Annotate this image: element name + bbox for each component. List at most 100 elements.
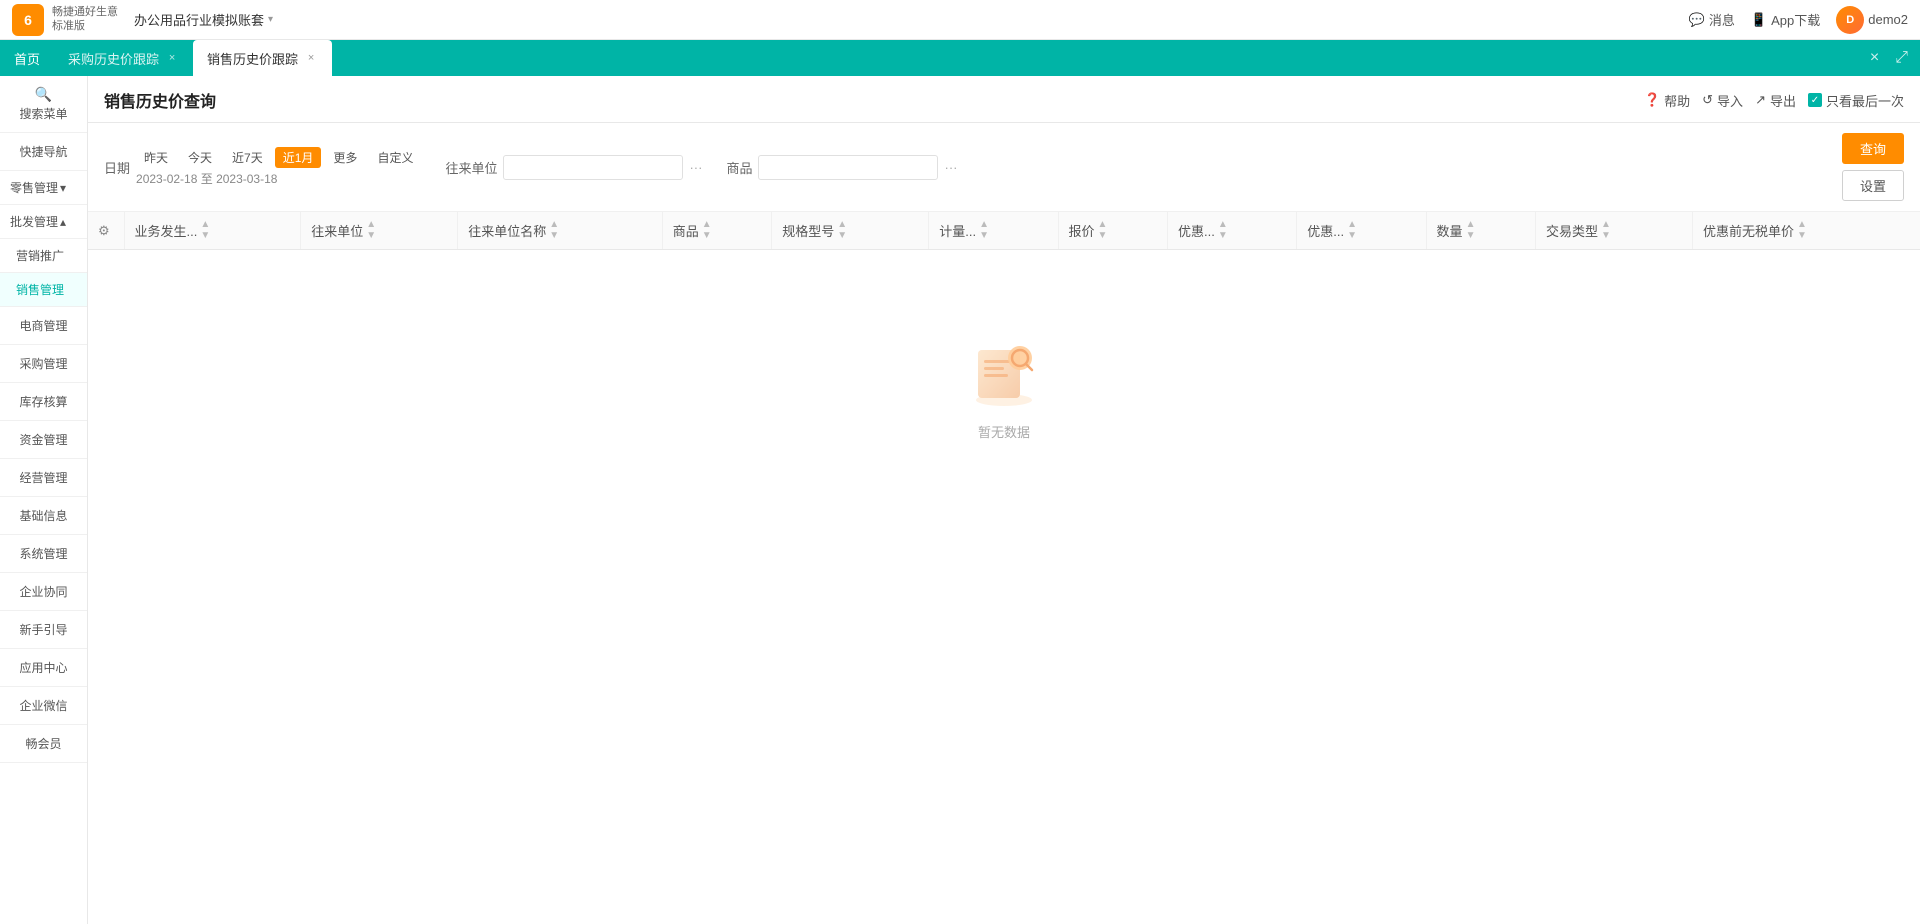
counterpart-input[interactable] — [503, 155, 683, 180]
sidebar-item-sales-mgmt[interactable]: 销售管理 — [0, 273, 87, 307]
filter-section: 日期 昨天 今天 近7天 近1月 更多 自定义 2023-02-18 至 202… — [88, 123, 1920, 212]
sort-icon[interactable]: ▲▼ — [366, 220, 376, 241]
top-bar-left: 6 畅捷通好生意 标准版 办公用品行业模拟账套 ▾ — [12, 4, 281, 36]
only-last-label: 只看最后一次 — [1826, 91, 1904, 110]
sidebar-item-label: 零售管理 — [10, 179, 58, 196]
empty-state-row: 暂无数据 — [88, 250, 1920, 522]
export-button[interactable]: ↗ 导出 — [1755, 91, 1796, 110]
table-container: ⚙ 业务发生... ▲▼ 往来单位 ▲▼ — [88, 212, 1920, 924]
date-chip-7days[interactable]: 近7天 — [224, 147, 271, 168]
sidebar-item-label: 营销推广 — [16, 249, 64, 263]
query-button[interactable]: 查询 — [1842, 133, 1904, 164]
page-title: 销售历史价查询 — [104, 88, 216, 112]
goods-filter-group: 商品 ··· — [726, 155, 957, 180]
sort-icon[interactable]: ▲▼ — [549, 220, 559, 241]
user-menu[interactable]: D demo2 — [1836, 6, 1908, 34]
sidebar-item-marketing[interactable]: 营销推广 — [0, 239, 87, 273]
close-icon[interactable]: × — [165, 51, 179, 65]
date-chip-1month[interactable]: 近1月 — [275, 147, 322, 168]
sidebar-item-label: 电商管理 — [19, 317, 67, 334]
help-button[interactable]: ❓ 帮助 — [1644, 91, 1690, 110]
sidebar-item-label: 采购管理 — [19, 355, 67, 372]
sidebar-item-ecommerce[interactable]: 电商管理 — [0, 307, 87, 345]
sidebar-item-wholesale[interactable]: 批发管理 ▴ — [0, 205, 87, 239]
sort-icon[interactable]: ▲▼ — [1466, 220, 1476, 241]
sort-icon[interactable]: ▲▼ — [1347, 220, 1357, 241]
date-chip-more[interactable]: 更多 — [325, 147, 365, 168]
goods-input[interactable] — [758, 155, 938, 180]
sort-icon[interactable]: ▲▼ — [200, 220, 210, 241]
th-quantity: 数量 ▲▼ — [1426, 212, 1535, 250]
message-action[interactable]: 💬 消息 — [1689, 10, 1735, 29]
app-selector[interactable]: 办公用品行业模拟账套 ▾ — [126, 6, 281, 33]
import-button[interactable]: ↺ 导入 — [1702, 91, 1743, 110]
date-filter-block: 昨天 今天 近7天 近1月 更多 自定义 2023-02-18 至 2023-0… — [136, 147, 421, 187]
sort-icon[interactable]: ▲▼ — [979, 220, 989, 241]
sidebar-item-operations[interactable]: 经营管理 — [0, 459, 87, 497]
date-chip-today[interactable]: 今天 — [180, 147, 220, 168]
maximize-button[interactable]: ⤢ — [1891, 45, 1912, 71]
sidebar-item-label: 基础信息 — [19, 507, 67, 524]
top-bar: 6 畅捷通好生意 标准版 办公用品行业模拟账套 ▾ 💬 消息 📱 App下载 D… — [0, 0, 1920, 40]
th-counterpart-name: 往来单位名称 ▲▼ — [458, 212, 663, 250]
content-area: 销售历史价查询 ❓ 帮助 ↺ 导入 ↗ 导出 ✓ — [88, 76, 1920, 924]
th-unit: 计量... ▲▼ — [929, 212, 1058, 250]
date-chip-yesterday[interactable]: 昨天 — [136, 147, 176, 168]
sidebar-item-label: 经营管理 — [19, 469, 67, 486]
close-window-button[interactable]: × — [1866, 45, 1883, 71]
sidebar-item-shortcut[interactable]: 快捷导航 — [0, 133, 87, 171]
sort-icon[interactable]: ▲▼ — [837, 220, 847, 241]
sidebar: 🔍 搜索菜单 快捷导航 零售管理 ▾ 批发管理 ▴ 营销推广 销售管理 电商管理… — [0, 76, 88, 924]
settings-button[interactable]: 设置 — [1842, 170, 1904, 201]
goods-ellipsis[interactable]: ··· — [944, 160, 957, 175]
tab-sales-label: 销售历史价跟踪 — [207, 49, 298, 68]
th-discount2: 优惠... ▲▼ — [1297, 212, 1426, 250]
sidebar-item-finance[interactable]: 资金管理 — [0, 421, 87, 459]
sidebar-item-label: 快捷导航 — [19, 143, 67, 160]
close-icon[interactable]: × — [304, 51, 318, 65]
app-download-label: App下载 — [1771, 10, 1820, 29]
query-actions: 查询 设置 — [1842, 133, 1904, 201]
sort-icon[interactable]: ▲▼ — [1601, 220, 1611, 241]
th-spec: 规格型号 ▲▼ — [772, 212, 929, 250]
counterpart-ellipsis[interactable]: ··· — [689, 160, 702, 175]
th-discount1: 优惠... ▲▼ — [1168, 212, 1297, 250]
sort-icon[interactable]: ▲▼ — [702, 220, 712, 241]
sidebar-item-purchase[interactable]: 采购管理 — [0, 345, 87, 383]
tab-purchase[interactable]: 采购历史价跟踪 × — [54, 40, 193, 76]
th-trade-type: 交易类型 ▲▼ — [1536, 212, 1693, 250]
sort-icon[interactable]: ▲▼ — [1797, 220, 1807, 241]
sidebar-item-guide[interactable]: 新手引导 — [0, 611, 87, 649]
only-last-checkbox[interactable]: ✓ 只看最后一次 — [1808, 91, 1904, 110]
date-chips: 昨天 今天 近7天 近1月 更多 自定义 — [136, 147, 421, 168]
tab-purchase-label: 采购历史价跟踪 — [68, 49, 159, 68]
gear-icon[interactable]: ⚙ — [98, 223, 110, 238]
sidebar-item-basics[interactable]: 基础信息 — [0, 497, 87, 535]
export-icon: ↗ — [1755, 92, 1766, 108]
sidebar-item-member[interactable]: 畅会员 — [0, 725, 87, 763]
sidebar-item-retail[interactable]: 零售管理 ▾ — [0, 171, 87, 205]
tab-home[interactable]: 首页 — [0, 40, 54, 76]
sidebar-item-system[interactable]: 系统管理 — [0, 535, 87, 573]
sort-icon[interactable]: ▲▼ — [1098, 220, 1108, 241]
app-download-action[interactable]: 📱 App下载 — [1751, 10, 1820, 29]
empty-text: 暂无数据 — [978, 422, 1030, 441]
empty-state: 暂无数据 — [88, 250, 1920, 521]
search-icon: 🔍 — [35, 86, 52, 103]
sidebar-item-label: 系统管理 — [19, 545, 67, 562]
download-icon: 📱 — [1751, 12, 1767, 28]
sidebar-item-apps[interactable]: 应用中心 — [0, 649, 87, 687]
sort-icon[interactable]: ▲▼ — [1218, 220, 1228, 241]
sidebar-item-enterprise[interactable]: 企业协同 — [0, 573, 87, 611]
sidebar-item-search[interactable]: 🔍 搜索菜单 — [0, 76, 87, 133]
checkbox-icon: ✓ — [1808, 93, 1822, 107]
table-header: ⚙ 业务发生... ▲▼ 往来单位 ▲▼ — [88, 212, 1920, 250]
message-label: 消息 — [1709, 10, 1735, 29]
date-chip-custom[interactable]: 自定义 — [369, 147, 421, 168]
sidebar-item-wechat[interactable]: 企业微信 — [0, 687, 87, 725]
sidebar-item-inventory[interactable]: 库存核算 — [0, 383, 87, 421]
tab-bar-actions: × ⤢ — [1866, 45, 1920, 71]
export-label: 导出 — [1770, 91, 1796, 110]
message-icon: 💬 — [1689, 12, 1705, 28]
tab-sales[interactable]: 销售历史价跟踪 × — [193, 40, 332, 76]
